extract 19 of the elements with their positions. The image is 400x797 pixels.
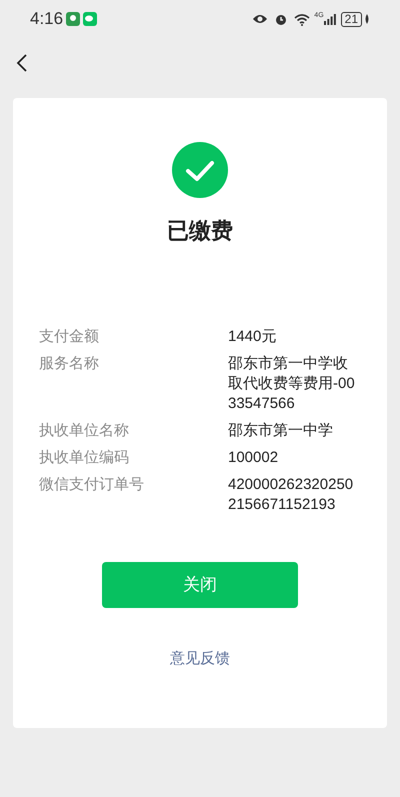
feedback-link[interactable]: 意见反馈 [170, 648, 230, 670]
detail-value: 4200002623202502156671152193 [228, 475, 354, 515]
detail-label: 服务名称 [39, 354, 100, 374]
detail-label: 执收单位名称 [39, 421, 130, 441]
detail-value: 邵东市第一中学 [228, 421, 334, 441]
detail-value: 100002 [228, 448, 280, 468]
detail-label: 微信支付订单号 [39, 475, 145, 495]
status-title: 已缴费 [167, 217, 233, 245]
battery-indicator: 21 [340, 12, 362, 26]
signal-icon [324, 14, 336, 24]
alarm-icon [274, 12, 288, 26]
chat-app-icon [83, 12, 98, 26]
eye-icon [252, 13, 268, 25]
status-time: 4:16 [30, 8, 64, 30]
detail-label: 支付金额 [39, 327, 100, 347]
wifi-icon [294, 12, 310, 26]
detail-value: 1440元 [228, 327, 278, 347]
detail-label: 执收单位编码 [39, 448, 130, 468]
detail-value: 邵东市第一中学收取代收费等费用-0033547566 [228, 354, 356, 414]
